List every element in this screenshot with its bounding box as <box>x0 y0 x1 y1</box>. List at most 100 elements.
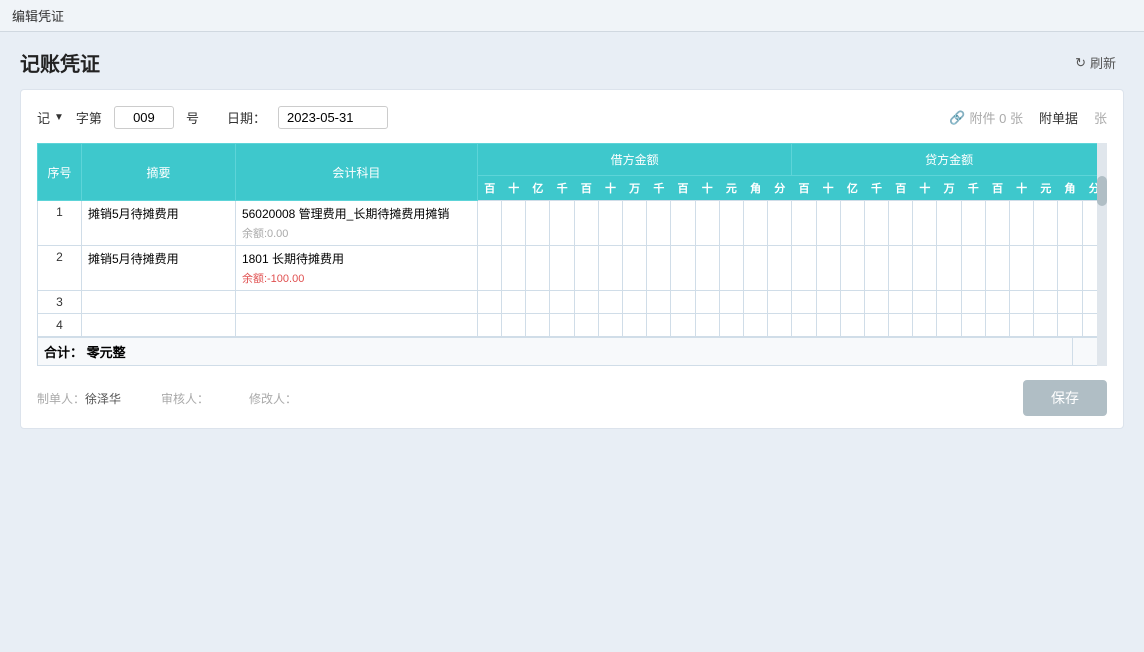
debit-digit-0[interactable] <box>477 291 501 314</box>
debit-digit-11[interactable] <box>743 291 767 314</box>
debit-digit-5[interactable] <box>598 314 622 337</box>
debit-digit-0[interactable] <box>477 314 501 337</box>
credit-digit-5[interactable] <box>913 314 937 337</box>
credit-digit-4[interactable] <box>889 246 913 291</box>
ji-dropdown-button[interactable]: ▼ <box>54 112 64 123</box>
credit-digit-11[interactable] <box>1058 201 1082 246</box>
debit-digit-4[interactable] <box>574 201 598 246</box>
debit-digit-6[interactable] <box>623 291 647 314</box>
credit-digit-0[interactable] <box>792 314 816 337</box>
credit-digit-5[interactable] <box>913 246 937 291</box>
row-account-1[interactable]: 56020008 管理费用_长期待摊费用摊销余额:0.00 <box>235 201 477 246</box>
credit-digit-9[interactable] <box>1010 291 1034 314</box>
date-input[interactable] <box>278 106 388 129</box>
credit-digit-10[interactable] <box>1034 291 1058 314</box>
debit-digit-6[interactable] <box>623 314 647 337</box>
debit-digit-8[interactable] <box>671 314 695 337</box>
credit-digit-9[interactable] <box>1010 201 1034 246</box>
credit-digit-3[interactable] <box>864 314 888 337</box>
debit-digit-1[interactable] <box>502 291 526 314</box>
debit-digit-6[interactable] <box>623 246 647 291</box>
scroll-track[interactable] <box>1097 143 1107 366</box>
refresh-button[interactable]: ↻ 刷新 <box>1067 49 1124 76</box>
credit-digit-10[interactable] <box>1034 314 1058 337</box>
credit-digit-8[interactable] <box>985 314 1009 337</box>
debit-digit-11[interactable] <box>743 314 767 337</box>
credit-digit-0[interactable] <box>792 291 816 314</box>
credit-digit-7[interactable] <box>961 246 985 291</box>
credit-digit-10[interactable] <box>1034 201 1058 246</box>
credit-digit-4[interactable] <box>889 291 913 314</box>
debit-digit-10[interactable] <box>719 314 743 337</box>
debit-digit-6[interactable] <box>623 201 647 246</box>
debit-digit-7[interactable] <box>647 246 671 291</box>
credit-digit-6[interactable] <box>937 201 961 246</box>
debit-digit-11[interactable] <box>743 246 767 291</box>
credit-digit-11[interactable] <box>1058 314 1082 337</box>
credit-digit-10[interactable] <box>1034 246 1058 291</box>
credit-digit-0[interactable] <box>792 201 816 246</box>
debit-digit-12[interactable] <box>768 314 792 337</box>
credit-digit-1[interactable] <box>816 291 840 314</box>
credit-digit-3[interactable] <box>864 291 888 314</box>
credit-digit-11[interactable] <box>1058 246 1082 291</box>
debit-digit-8[interactable] <box>671 201 695 246</box>
debit-digit-4[interactable] <box>574 246 598 291</box>
credit-digit-3[interactable] <box>864 201 888 246</box>
credit-digit-6[interactable] <box>937 291 961 314</box>
debit-digit-12[interactable] <box>768 291 792 314</box>
debit-digit-2[interactable] <box>526 291 550 314</box>
debit-digit-5[interactable] <box>598 246 622 291</box>
debit-digit-3[interactable] <box>550 201 574 246</box>
debit-digit-11[interactable] <box>743 201 767 246</box>
debit-digit-9[interactable] <box>695 291 719 314</box>
credit-digit-2[interactable] <box>840 201 864 246</box>
credit-digit-8[interactable] <box>985 246 1009 291</box>
credit-digit-1[interactable] <box>816 201 840 246</box>
credit-digit-1[interactable] <box>816 246 840 291</box>
debit-digit-0[interactable] <box>477 246 501 291</box>
row-summary-2[interactable]: 摊销5月待摊费用 <box>81 246 235 291</box>
debit-digit-5[interactable] <box>598 201 622 246</box>
debit-digit-2[interactable] <box>526 314 550 337</box>
credit-digit-6[interactable] <box>937 246 961 291</box>
credit-digit-4[interactable] <box>889 201 913 246</box>
debit-digit-3[interactable] <box>550 246 574 291</box>
credit-digit-2[interactable] <box>840 246 864 291</box>
debit-digit-1[interactable] <box>502 201 526 246</box>
debit-digit-2[interactable] <box>526 201 550 246</box>
debit-digit-3[interactable] <box>550 314 574 337</box>
row-account-2[interactable]: 1801 长期待摊费用余额:-100.00 <box>235 246 477 291</box>
attachment-text[interactable]: 附件 0 张 <box>970 108 1023 127</box>
debit-digit-1[interactable] <box>502 314 526 337</box>
debit-digit-4[interactable] <box>574 314 598 337</box>
debit-digit-12[interactable] <box>768 201 792 246</box>
debit-digit-8[interactable] <box>671 291 695 314</box>
credit-digit-1[interactable] <box>816 314 840 337</box>
credit-digit-3[interactable] <box>864 246 888 291</box>
credit-digit-7[interactable] <box>961 291 985 314</box>
debit-digit-0[interactable] <box>477 201 501 246</box>
debit-digit-10[interactable] <box>719 291 743 314</box>
fudanju-button[interactable]: 附单据 <box>1039 108 1078 127</box>
debit-digit-12[interactable] <box>768 246 792 291</box>
credit-digit-9[interactable] <box>1010 246 1034 291</box>
credit-digit-7[interactable] <box>961 314 985 337</box>
row-account-4[interactable] <box>235 314 477 337</box>
debit-digit-1[interactable] <box>502 246 526 291</box>
credit-digit-4[interactable] <box>889 314 913 337</box>
credit-digit-2[interactable] <box>840 314 864 337</box>
debit-digit-2[interactable] <box>526 246 550 291</box>
debit-digit-9[interactable] <box>695 314 719 337</box>
row-summary-3[interactable] <box>81 291 235 314</box>
credit-digit-6[interactable] <box>937 314 961 337</box>
debit-digit-10[interactable] <box>719 201 743 246</box>
debit-digit-8[interactable] <box>671 246 695 291</box>
debit-digit-9[interactable] <box>695 246 719 291</box>
debit-digit-7[interactable] <box>647 201 671 246</box>
debit-digit-4[interactable] <box>574 291 598 314</box>
debit-digit-5[interactable] <box>598 291 622 314</box>
credit-digit-7[interactable] <box>961 201 985 246</box>
zi-number-input[interactable] <box>114 106 174 129</box>
credit-digit-5[interactable] <box>913 201 937 246</box>
